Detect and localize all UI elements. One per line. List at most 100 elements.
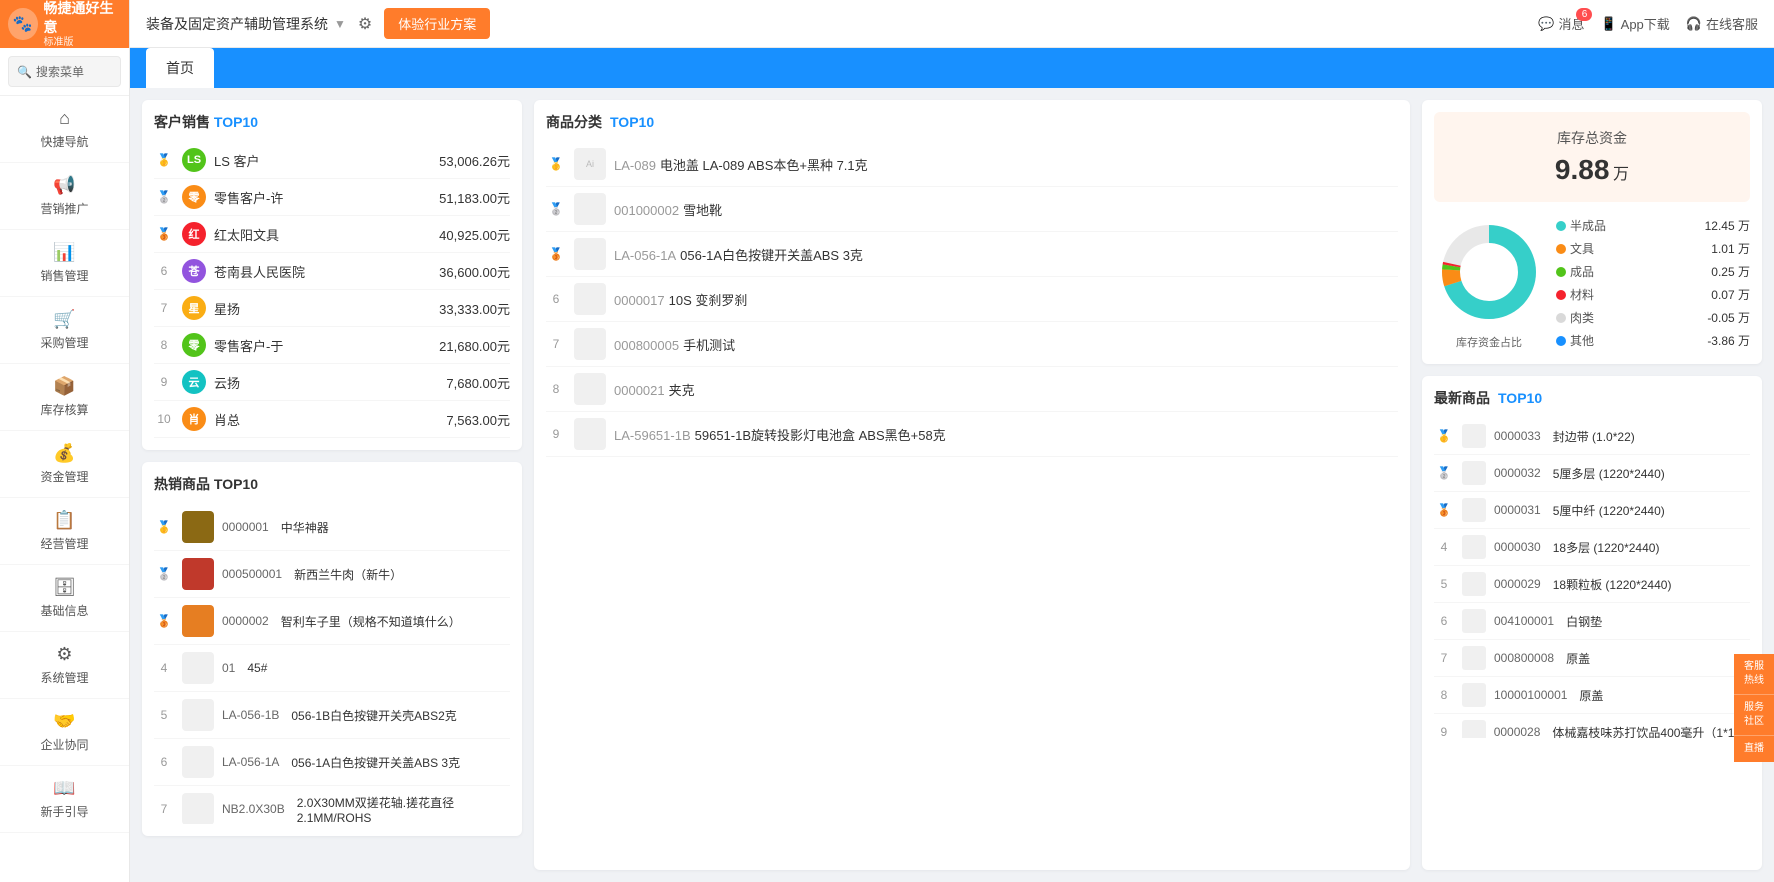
client-row: 🥈 零 零售客户-许 51,183.00元 — [154, 179, 510, 216]
sold-product-row: 🥈 001000002雪地靴 — [546, 187, 1398, 232]
tab-bar: 首页 — [130, 48, 1774, 88]
product-row: 4 01 45# — [154, 645, 510, 692]
dropdown-arrow-icon: ▼ — [334, 17, 346, 31]
client-badge: 星 — [182, 296, 206, 320]
cart-icon: 🛒 — [53, 309, 75, 330]
inventory-chart: 库存资金占比 半成品 12.45 万 文具 1.01 万 成品 — [1434, 214, 1750, 352]
client-row: 6 苍 苍南县人民医院 36,600.00元 — [154, 253, 510, 290]
client-row: 7 星 星扬 33,333.00元 — [154, 290, 510, 327]
client-row: 9 云 云扬 7,680.00元 — [154, 364, 510, 401]
new-product-row: 5 0000029 18颗粒板 (1220*2440) — [1434, 566, 1750, 603]
product-image — [182, 652, 214, 684]
top-sold-title: 商品分类 TOP10 — [546, 112, 1398, 132]
header-right: 💬 消息 6 📱 App下载 🎧 在线客服 — [1538, 14, 1758, 33]
sold-product-row: 🥇 Ai LA-089电池盖 LA-089 ABS本色+黑种 7.1克 — [546, 142, 1398, 187]
sidebar-item-marketing[interactable]: 📢 营销推广 — [0, 163, 129, 230]
sidebar-logo: 🐾 畅捷通好生意 标准版 — [0, 0, 129, 48]
client-row: 🥉 红 红太阳文具 40,925.00元 — [154, 216, 510, 253]
customer-service-button[interactable]: 客服热线 — [1734, 654, 1774, 695]
product-image — [182, 558, 214, 590]
sidebar-item-enterprise[interactable]: 🤝 企业协同 — [0, 699, 129, 766]
np-image — [1462, 646, 1486, 670]
client-row: 10 肖 肖总 7,563.00元 — [154, 401, 510, 438]
client-badge: 苍 — [182, 259, 206, 283]
settings-icon[interactable]: ⚙ — [358, 14, 372, 34]
new-products-title: 最新商品 TOP10 — [1434, 388, 1750, 408]
inventory-card: 库存总资金 9.88 万 — [1422, 100, 1762, 364]
np-image — [1462, 498, 1486, 522]
product-image — [182, 746, 214, 778]
new-product-row: 8 10000100001 原盖 — [1434, 677, 1750, 714]
sidebar-item-guide[interactable]: 📖 新手引导 — [0, 766, 129, 833]
sidebar-item-finance[interactable]: 💰 资金管理 — [0, 431, 129, 498]
sold-product-row: 🥉 LA-056-1A056-1A白色按键开关盖ABS 3克 — [546, 232, 1398, 277]
sidebar-search-area: 🔍 搜索菜单 — [0, 48, 129, 96]
gold-medal-icon: 🥇 — [157, 153, 172, 167]
content-area: 客户销售 TOP10 🥇 LS LS 客户 53,006.26元 🥈 零 零售客… — [130, 88, 1774, 882]
new-product-row: 🥇 0000033 封边带 (1.0*22) — [1434, 418, 1750, 455]
message-button[interactable]: 💬 消息 6 — [1538, 14, 1584, 33]
legend-row: 成品 0.25 万 — [1556, 260, 1750, 283]
online-service-button[interactable]: 🎧 在线客服 — [1686, 14, 1758, 33]
product-row: 🥇 0000001 中华神器 — [154, 504, 510, 551]
logo-text: 畅捷通好生意 标准版 — [44, 0, 121, 49]
new-products-list: 🥇 0000033 封边带 (1.0*22) 🥈 0000032 5厘多层 (1… — [1434, 418, 1750, 738]
np-image — [1462, 461, 1486, 485]
top-sold-list: 🥇 Ai LA-089电池盖 LA-089 ABS本色+黑种 7.1克 🥈 00… — [546, 142, 1398, 457]
client-badge: LS — [182, 148, 206, 172]
inventory-total-value: 9.88 万 — [1450, 154, 1734, 186]
product-image-sm — [574, 373, 606, 405]
product-row: 6 LA-056-1A 056-1A白色按键开关盖ABS 3克 — [154, 739, 510, 786]
bronze-medal-icon: 🥉 — [157, 227, 172, 241]
sidebar-item-quick-nav[interactable]: ⌂ 快捷导航 — [0, 96, 129, 163]
sidebar-item-management[interactable]: 📋 经营管理 — [0, 498, 129, 565]
header: 装备及固定资产辅助管理系统 ▼ ⚙ 体验行业方案 💬 消息 6 📱 App下载 … — [130, 0, 1774, 48]
product-row: 🥈 000500001 新西兰牛肉（新牛） — [154, 551, 510, 598]
product-image-sm: Ai — [574, 148, 606, 180]
legend-row: 其他 -3.86 万 — [1556, 329, 1750, 352]
new-product-row: 4 0000030 18多层 (1220*2440) — [1434, 529, 1750, 566]
sidebar: 🐾 畅捷通好生意 标准版 🔍 搜索菜单 ⌂ 快捷导航 📢 营销推广 📊 销售管理… — [0, 0, 130, 882]
product-image — [182, 699, 214, 731]
live-stream-button[interactable]: 直播 — [1734, 736, 1774, 762]
product-row: 5 LA-056-1B 056-1B白色按键开关壳ABS2克 — [154, 692, 510, 739]
sidebar-item-purchase[interactable]: 🛒 采购管理 — [0, 297, 129, 364]
megaphone-icon: 📢 — [53, 175, 75, 196]
legend-row: 半成品 12.45 万 — [1556, 214, 1750, 237]
legend-row: 肉类 -0.05 万 — [1556, 306, 1750, 329]
sold-product-row: 6 000001710S 变刹罗刹 — [546, 277, 1398, 322]
headset-icon: 🎧 — [1686, 16, 1702, 32]
hot-products-title: 热销商品 TOP10 — [154, 474, 510, 494]
client-badge: 零 — [182, 333, 206, 357]
sidebar-nav: ⌂ 快捷导航 📢 营销推广 📊 销售管理 🛒 采购管理 📦 库存核算 💰 资金管… — [0, 96, 129, 882]
np-image — [1462, 572, 1486, 596]
inventory-total-block: 库存总资金 9.88 万 — [1434, 112, 1750, 202]
sold-product-row: 7 000800005手机测试 — [546, 322, 1398, 367]
trial-button[interactable]: 体验行业方案 — [384, 8, 490, 39]
service-community-button[interactable]: 服务社区 — [1734, 695, 1774, 736]
left-column: 客户销售 TOP10 🥇 LS LS 客户 53,006.26元 🥈 零 零售客… — [142, 100, 522, 870]
new-products-card: 最新商品 TOP10 🥇 0000033 封边带 (1.0*22) 🥈 0000… — [1422, 376, 1762, 870]
float-action-buttons: 客服热线 服务社区 直播 — [1734, 654, 1774, 762]
sidebar-item-system[interactable]: ⚙ 系统管理 — [0, 632, 129, 699]
new-product-row: 9 0000028 体械嘉枝味苏打饮品400毫升（1*15） — [1434, 714, 1750, 738]
app-download-button[interactable]: 📱 App下载 — [1600, 14, 1669, 33]
product-image-sm — [574, 193, 606, 225]
sidebar-item-sales[interactable]: 📊 销售管理 — [0, 230, 129, 297]
np-image — [1462, 683, 1486, 707]
product-image — [182, 793, 214, 824]
sidebar-item-inventory[interactable]: 📦 库存核算 — [0, 364, 129, 431]
sold-product-row: 8 0000021夹克 — [546, 367, 1398, 412]
home-icon: ⌂ — [59, 108, 70, 129]
top-clients-list: 🥇 LS LS 客户 53,006.26元 🥈 零 零售客户-许 51,183.… — [154, 142, 510, 438]
client-badge: 肖 — [182, 407, 206, 431]
tab-home[interactable]: 首页 — [146, 48, 214, 88]
sidebar-item-base-info[interactable]: 🗄 基础信息 — [0, 565, 129, 632]
book-icon: 📖 — [53, 778, 75, 799]
middle-column: 商品分类 TOP10 🥇 Ai LA-089电池盖 LA-089 ABS本色+黑… — [534, 100, 1410, 870]
clipboard-icon: 📋 — [53, 510, 75, 531]
product-image — [182, 605, 214, 637]
system-selector[interactable]: 装备及固定资产辅助管理系统 ▼ — [146, 14, 346, 34]
handshake-icon: 🤝 — [53, 711, 75, 732]
search-menu-button[interactable]: 🔍 搜索菜单 — [8, 56, 121, 87]
